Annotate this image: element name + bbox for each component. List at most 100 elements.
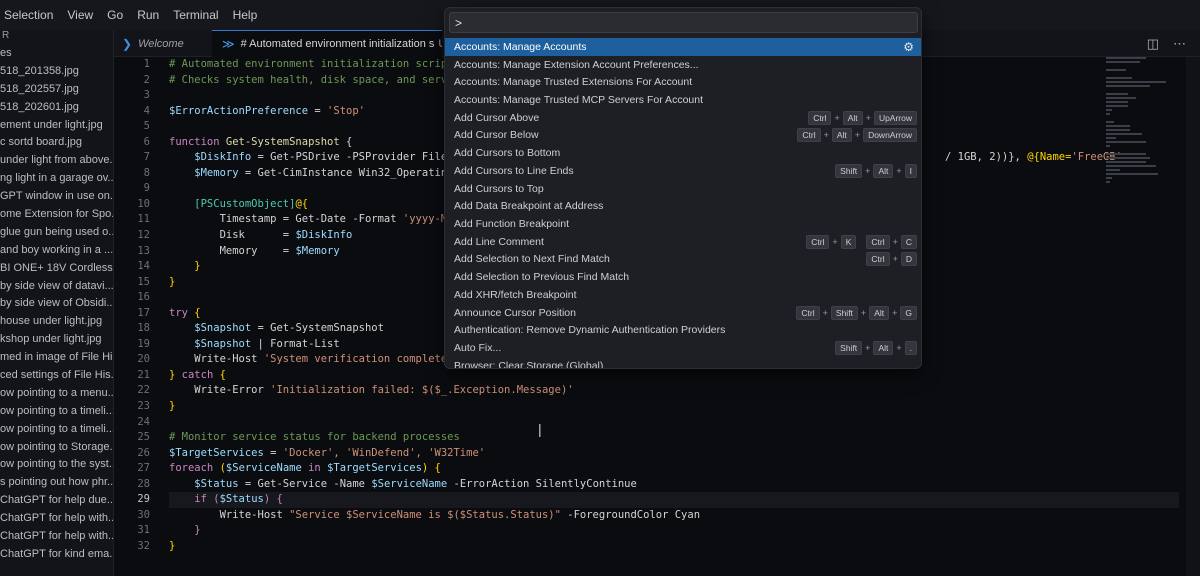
minimap-line	[1106, 141, 1146, 143]
line-number: 31	[137, 524, 150, 537]
file-item[interactable]: ow pointing to a menu...	[0, 384, 113, 402]
minimap-line	[1106, 105, 1128, 107]
command-item[interactable]: Announce Cursor Position Ctrl + Shift + Alt + G	[445, 304, 921, 322]
file-item[interactable]: and boy working in a ...	[0, 241, 113, 259]
key-cap: UpArrow	[873, 110, 917, 125]
command-item[interactable]: Accounts: Manage Trusted Extensions For …	[445, 73, 921, 91]
file-list: es 518_201358.jpg 518_202557.jpg 518_202601…	[0, 44, 113, 563]
command-item[interactable]: Accounts: Manage Trusted MCP Servers For…	[445, 91, 921, 109]
file-item[interactable]: by side view of Obsidi...	[0, 294, 113, 312]
minimap-line	[1106, 133, 1142, 135]
minimap[interactable]	[1106, 57, 1178, 183]
gear-icon[interactable]: ⚙	[903, 40, 914, 54]
key-plus: +	[823, 130, 829, 141]
tab-script-status: U	[438, 38, 442, 50]
command-item-label: Announce Cursor Position	[454, 306, 576, 319]
key-cap: Ctrl	[866, 234, 890, 249]
minimap-line	[1106, 113, 1110, 115]
command-item[interactable]: Browser: Clear Storage (Global)	[445, 357, 921, 368]
file-item[interactable]: BI ONE+ 18V Cordless ...	[0, 259, 113, 277]
file-item[interactable]: es	[0, 44, 113, 62]
keybinding: Shift + Alt +.	[834, 341, 918, 356]
command-item-label: Add Line Comment	[454, 235, 544, 248]
file-item[interactable]: ow pointing to a timeli...	[0, 402, 113, 420]
command-item[interactable]: Add Cursor Below Ctrl + Alt + DownArrow	[445, 127, 921, 145]
file-item[interactable]: 518_202601.jpg	[0, 98, 113, 116]
command-item-label: Add Cursors to Line Ends	[454, 164, 574, 177]
file-item[interactable]: ow pointing to Storage...	[0, 438, 113, 456]
key-plus: +	[822, 307, 828, 318]
code-line: $Status = Get-Service -Name $ServiceName…	[169, 477, 637, 490]
file-item[interactable]: ome Extension for Spo...	[0, 205, 113, 223]
file-item[interactable]: ChatGPT for help due...	[0, 491, 113, 509]
command-item[interactable]: Add Cursors to Top	[445, 180, 921, 198]
command-item[interactable]: Add Data Breakpoint at Address	[445, 197, 921, 215]
minimap-line	[1106, 129, 1130, 131]
file-item[interactable]: s pointing out how phr...	[0, 473, 113, 491]
menu-view[interactable]: View	[67, 8, 103, 22]
menu-terminal[interactable]: Terminal	[173, 8, 228, 22]
file-item[interactable]: kshop under light.jpg	[0, 330, 113, 348]
command-item[interactable]: Auto Fix... Shift + Alt +.	[445, 339, 921, 357]
command-item[interactable]: Add Selection to Previous Find Match	[445, 268, 921, 286]
command-item[interactable]: Authentication: Remove Dynamic Authentic…	[445, 322, 921, 340]
tab-welcome-label: Welcome	[138, 37, 184, 50]
explorer-header: R	[2, 30, 10, 41]
line-number: 9	[143, 182, 150, 195]
more-actions-icon[interactable]: ⋯	[1173, 36, 1186, 52]
file-item[interactable]: ced settings of File His...	[0, 366, 113, 384]
command-palette-input[interactable]	[449, 12, 918, 33]
key-cap: K	[840, 234, 857, 249]
file-item[interactable]: ement under light.jpg	[0, 116, 113, 134]
code-line: }	[169, 400, 176, 413]
text-cursor-icon: |	[538, 421, 542, 437]
file-item[interactable]: by side view of datavi...	[0, 277, 113, 295]
tab-welcome[interactable]: ❯ Welcome	[114, 30, 212, 57]
menu-go[interactable]: Go	[107, 8, 133, 22]
menu-selection[interactable]: Selection	[4, 8, 63, 22]
command-item[interactable]: Add XHR/fetch Breakpoint	[445, 286, 921, 304]
key-cap: Alt	[873, 163, 894, 178]
powershell-icon: ≫	[222, 37, 235, 51]
file-item[interactable]: c sortd board.jpg	[0, 133, 113, 151]
file-item[interactable]: house under light.jpg	[0, 312, 113, 330]
line-number: 12	[137, 229, 150, 242]
file-item[interactable]: ChatGPT for help with...	[0, 527, 113, 545]
command-item-label: Add Cursor Above	[454, 111, 540, 124]
menu-help[interactable]: Help	[233, 8, 268, 22]
file-item[interactable]: glue gun being used o...	[0, 223, 113, 241]
file-item[interactable]: under light from above....	[0, 151, 113, 169]
line-number: 2	[143, 73, 150, 86]
keybinding: Ctrl + K Ctrl + C	[805, 234, 918, 249]
editor-scrollbar[interactable]	[1186, 57, 1200, 576]
line-number: 27	[137, 462, 150, 475]
file-item[interactable]: 518_202557.jpg	[0, 80, 113, 98]
file-item[interactable]: ow pointing to a timeli...	[0, 420, 113, 438]
key-plus: +	[865, 343, 871, 354]
file-item[interactable]: GPT window in use on...	[0, 187, 113, 205]
file-item[interactable]: ng light in a garage ov...	[0, 169, 113, 187]
minimap-line	[1106, 81, 1166, 83]
file-item[interactable]: ChatGPT for kind ema...	[0, 545, 113, 563]
minimap-line	[1106, 121, 1114, 123]
command-item-label: Accounts: Manage Trusted MCP Servers For…	[454, 94, 704, 107]
command-item[interactable]: Add Cursor Above Ctrl + Alt + UpArrow	[445, 109, 921, 127]
key-plus: +	[892, 254, 898, 265]
split-editor-icon[interactable]: ◫	[1147, 36, 1159, 52]
key-cap: Shift	[830, 305, 858, 320]
tab-script[interactable]: ≫ # Automated environment initialization…	[212, 30, 442, 57]
file-item[interactable]: ow pointing to the syst...	[0, 455, 113, 473]
file-item[interactable]: 518_201358.jpg	[0, 62, 113, 80]
command-item[interactable]: Add Selection to Next Find Match Ctrl + D	[445, 251, 921, 269]
command-item[interactable]: Add Cursors to Line Ends Shift + Alt + I	[445, 162, 921, 180]
command-item[interactable]: Add Line Comment Ctrl + K Ctrl + C	[445, 233, 921, 251]
key-cap: Ctrl	[808, 110, 832, 125]
command-item[interactable]: Accounts: Manage Extension Account Prefe…	[445, 56, 921, 74]
file-item[interactable]: med in image of File Hi...	[0, 348, 113, 366]
line-number: 10	[137, 197, 150, 210]
command-item[interactable]: Add Cursors to Bottom	[445, 144, 921, 162]
file-item[interactable]: ChatGPT for help with...	[0, 509, 113, 527]
menu-run[interactable]: Run	[137, 8, 169, 22]
command-item[interactable]: Accounts: Manage Accounts ⚙	[445, 38, 921, 56]
command-item[interactable]: Add Function Breakpoint	[445, 215, 921, 233]
